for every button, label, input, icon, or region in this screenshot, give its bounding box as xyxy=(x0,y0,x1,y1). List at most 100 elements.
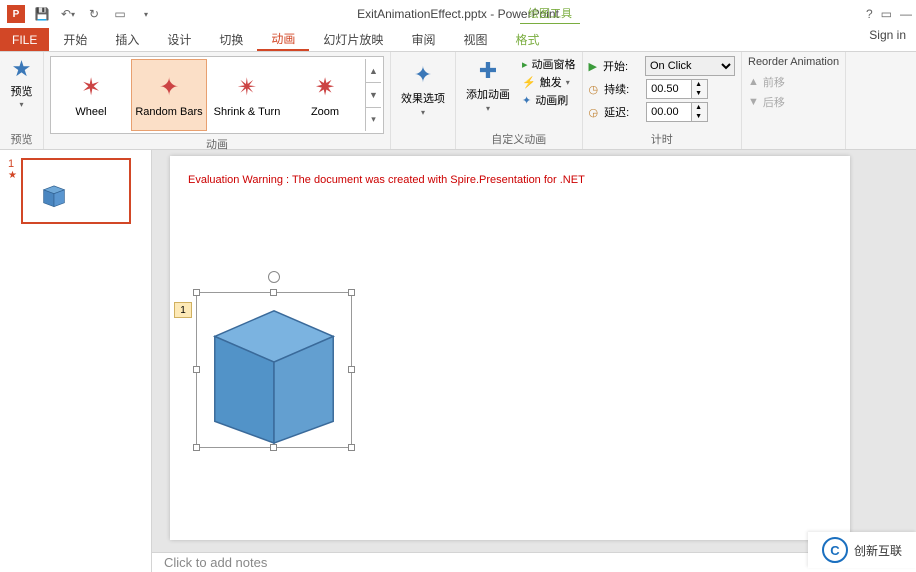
thumb-cube-icon xyxy=(41,182,67,208)
redo-button[interactable]: ↻ xyxy=(82,2,106,26)
effect-options-icon: ✦ xyxy=(414,62,432,88)
delay-spinner[interactable]: ▲▼ xyxy=(646,102,708,122)
tab-format[interactable]: 格式 xyxy=(501,28,553,51)
resize-handle-br[interactable] xyxy=(348,444,355,451)
save-icon: 💾 xyxy=(35,7,50,21)
resize-handle-mr[interactable] xyxy=(348,366,355,373)
notes-pane[interactable]: Click to add notes xyxy=(152,552,916,572)
powerpoint-logo[interactable]: P xyxy=(4,2,28,26)
thumbnail-preview xyxy=(21,158,131,224)
delay-down[interactable]: ▼ xyxy=(692,112,705,121)
shrink-turn-icon: ✴ xyxy=(237,73,257,102)
wheel-icon: ✶ xyxy=(81,73,101,102)
window-controls: ? ▭ — xyxy=(866,7,912,21)
tab-review[interactable]: 审阅 xyxy=(397,28,449,51)
resize-handle-ml[interactable] xyxy=(193,366,200,373)
redo-icon: ↻ xyxy=(89,7,99,21)
gallery-scroll-down[interactable]: ▼ xyxy=(366,83,381,107)
start-select[interactable]: On Click xyxy=(645,56,735,76)
tab-transitions[interactable]: 切换 xyxy=(205,28,257,51)
duration-spinner[interactable]: ▲▼ xyxy=(646,79,708,99)
duration-down[interactable]: ▼ xyxy=(692,89,705,98)
slide-editor: Evaluation Warning : The document was cr… xyxy=(152,150,916,572)
animation-painter-button[interactable]: ✦ 动画刷 xyxy=(522,92,576,108)
ribbon: ★ 预览 ▾ 预览 ✶ Wheel ✦ Random Bars ✴ Shrink… xyxy=(0,52,916,150)
undo-icon: ↶ xyxy=(61,7,71,21)
gallery-item-random-bars[interactable]: ✦ Random Bars xyxy=(131,59,207,131)
slide-thumbnails-panel: 1 ★ xyxy=(0,150,152,572)
rotate-handle[interactable] xyxy=(268,271,280,283)
file-tab[interactable]: FILE xyxy=(0,28,49,51)
animation-controls: ▸ 动画窗格 ⚡ 触发 ▾ ✦ 动画刷 xyxy=(522,56,576,108)
custom-animation-group: ✚ 添加动画 ▾ ▸ 动画窗格 ⚡ 触发 ▾ ✦ 动画刷 自 xyxy=(456,52,583,149)
ribbon-display-options[interactable]: ▭ xyxy=(881,7,892,21)
slide-number: 1 xyxy=(8,158,17,170)
tab-home[interactable]: 开始 xyxy=(49,28,101,51)
trigger-button[interactable]: ⚡ 触发 ▾ xyxy=(522,74,576,90)
help-button[interactable]: ? xyxy=(866,7,873,21)
duration-up[interactable]: ▲ xyxy=(692,80,705,89)
gallery-scroll: ▲ ▼ ▾ xyxy=(365,59,381,131)
resize-handle-tm[interactable] xyxy=(270,289,277,296)
timing-duration-row: ◷ 持续: ▲▼ xyxy=(589,79,735,99)
resize-handle-tr[interactable] xyxy=(348,289,355,296)
zoom-icon: ✷ xyxy=(315,73,335,102)
undo-button[interactable]: ↶▾ xyxy=(56,2,80,26)
tab-view[interactable]: 视图 xyxy=(449,28,501,51)
evaluation-warning: Evaluation Warning : The document was cr… xyxy=(188,174,585,186)
gallery-item-zoom[interactable]: ✷ Zoom xyxy=(287,59,363,131)
delay-icon: ◶ xyxy=(589,106,599,119)
effect-options-group: ✦ 效果选项 ▾ xyxy=(391,52,456,149)
duration-icon: ◷ xyxy=(589,83,599,96)
down-arrow-icon: ▼ xyxy=(748,96,759,108)
selected-shape[interactable] xyxy=(196,292,352,448)
timing-group-label: 计时 xyxy=(589,129,735,147)
tab-design[interactable]: 设计 xyxy=(153,28,205,51)
duration-input[interactable] xyxy=(647,80,691,98)
resize-handle-bl[interactable] xyxy=(193,444,200,451)
save-button[interactable]: 💾 xyxy=(30,2,54,26)
animation-order-tag[interactable]: 1 xyxy=(174,302,192,318)
slide-canvas[interactable]: Evaluation Warning : The document was cr… xyxy=(170,156,850,540)
start-icon: ▶ xyxy=(589,60,597,73)
resize-handle-bm[interactable] xyxy=(270,444,277,451)
qat-customize[interactable]: ▾ xyxy=(134,2,158,26)
move-earlier-button[interactable]: ▲ 前移 xyxy=(748,72,839,92)
tab-insert[interactable]: 插入 xyxy=(101,28,153,51)
move-later-button[interactable]: ▼ 后移 xyxy=(748,92,839,112)
minimize-button[interactable]: — xyxy=(900,7,912,21)
effect-options-button[interactable]: ✦ 效果选项 ▾ xyxy=(397,60,449,119)
reorder-title: Reorder Animation xyxy=(748,56,839,72)
delay-up[interactable]: ▲ xyxy=(692,103,705,112)
gallery-item-wheel[interactable]: ✶ Wheel xyxy=(53,59,129,131)
tab-animations[interactable]: 动画 xyxy=(257,28,309,51)
up-arrow-icon: ▲ xyxy=(748,76,759,88)
animation-gallery-group: ✶ Wheel ✦ Random Bars ✴ Shrink & Turn ✷ … xyxy=(44,52,391,149)
trigger-icon: ⚡ xyxy=(522,76,536,89)
delay-input[interactable] xyxy=(647,103,691,121)
gallery-item-shrink-turn[interactable]: ✴ Shrink & Turn xyxy=(209,59,285,131)
thumbnail-1[interactable]: 1 ★ xyxy=(8,158,143,224)
add-animation-button[interactable]: ✚ 添加动画 ▾ xyxy=(462,56,514,115)
random-bars-icon: ✦ xyxy=(159,73,179,102)
animation-pane-button[interactable]: ▸ 动画窗格 xyxy=(522,56,576,72)
reorder-group: Reorder Animation ▲ 前移 ▼ 后移 xyxy=(742,52,846,149)
cube-shape xyxy=(197,293,351,447)
gallery-scroll-up[interactable]: ▲ xyxy=(366,59,381,83)
custom-animation-group-label: 自定义动画 xyxy=(491,129,546,147)
content-area: 1 ★ Evaluation Warning : The document wa… xyxy=(0,150,916,572)
timing-start-row: ▶ 开始: On Click xyxy=(589,56,735,76)
tab-slideshow[interactable]: 幻灯片放映 xyxy=(309,28,397,51)
preview-group-label: 预览 xyxy=(11,129,33,147)
timing-group: ▶ 开始: On Click ◷ 持续: ▲▼ ◶ 延迟: ▲▼ xyxy=(583,52,742,149)
add-animation-icon: ✚ xyxy=(479,58,497,84)
preview-button[interactable]: ★ 预览 ▾ xyxy=(11,56,33,109)
gallery-more[interactable]: ▾ xyxy=(366,108,381,131)
resize-handle-tl[interactable] xyxy=(193,289,200,296)
sign-in-link[interactable]: Sign in xyxy=(869,28,906,42)
painter-icon: ✦ xyxy=(522,94,531,107)
new-slide-button[interactable]: ▭ xyxy=(108,2,132,26)
animation-indicator-icon: ★ xyxy=(8,170,17,181)
preview-star-icon: ★ xyxy=(12,56,32,82)
drawing-tools-tab-header: 绘图工具 xyxy=(520,5,580,24)
